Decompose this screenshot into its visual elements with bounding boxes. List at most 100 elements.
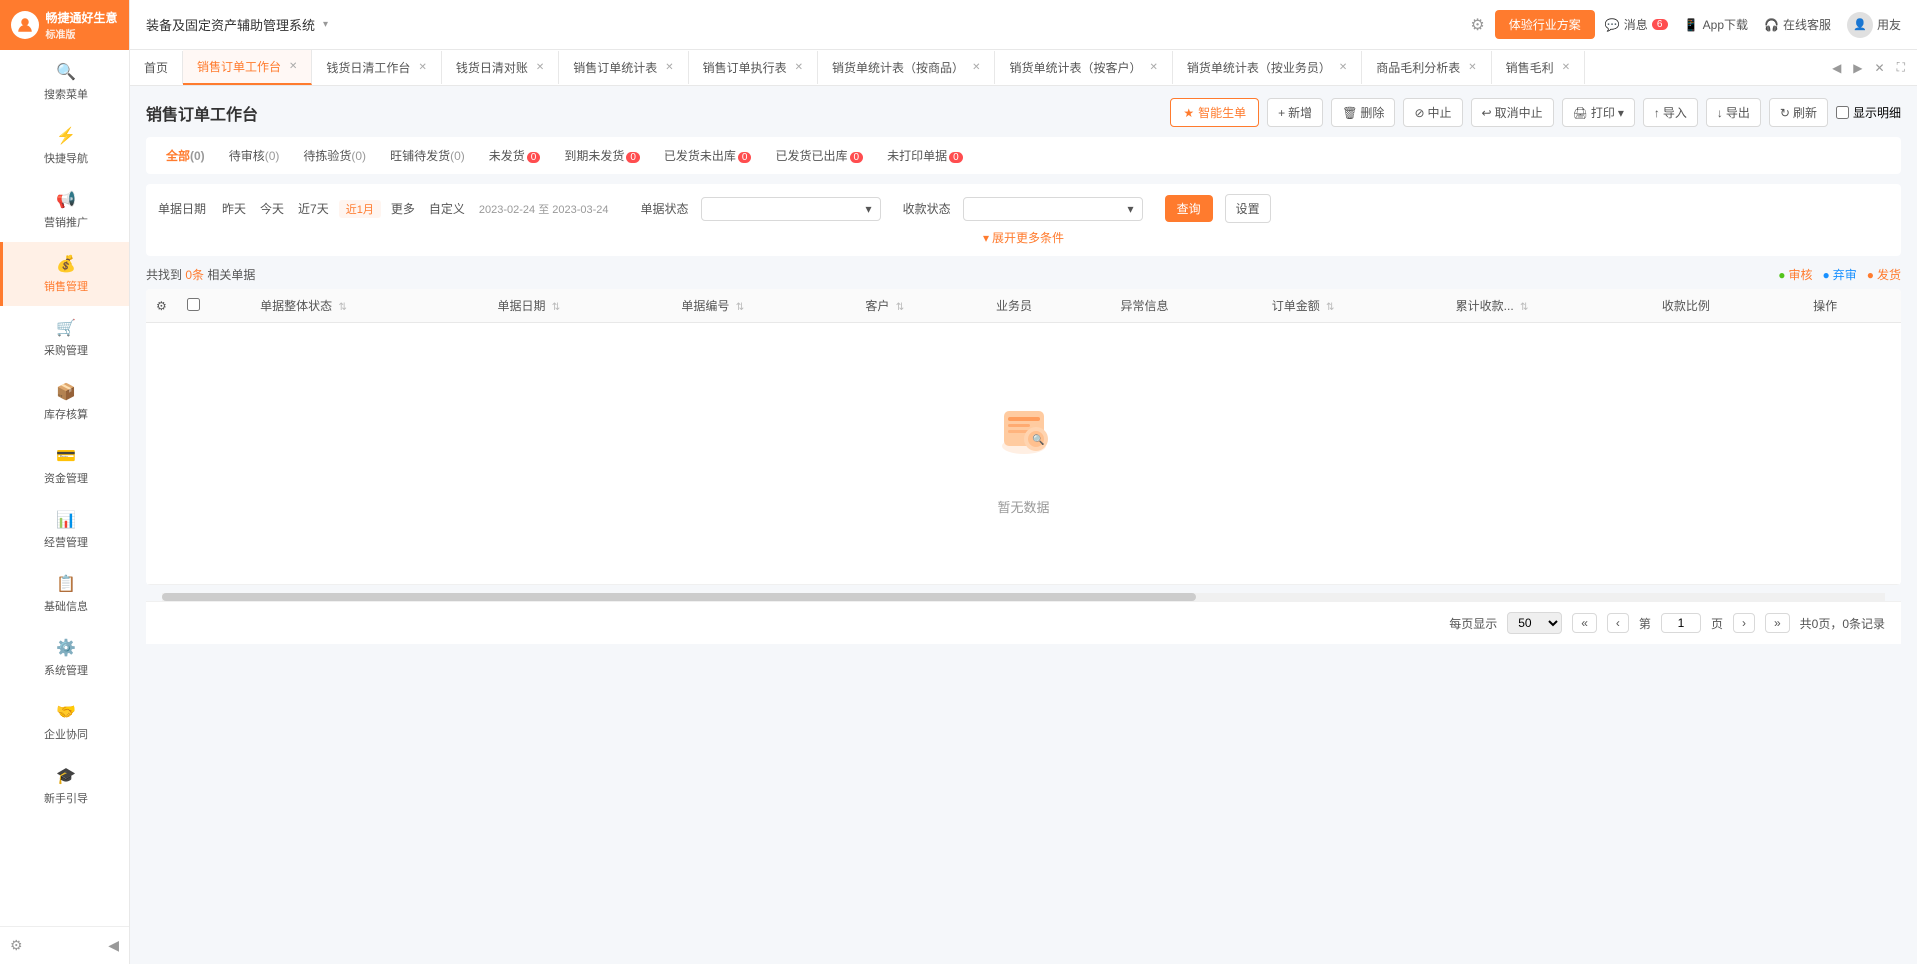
date-7days[interactable]: 近7天 [294,198,333,219]
first-page-button[interactable]: « [1572,613,1597,633]
date-1month[interactable]: 近1月 [339,200,381,218]
payment-filter-label: 收款状态 [903,200,951,217]
sidebar-item-search[interactable]: 🔍 搜索菜单 [0,50,129,114]
topbar-right: 💬 消息 6 📱 App下载 🎧 在线客服 👤 用友 [1605,12,1901,38]
date-more[interactable]: 更多 [387,198,419,219]
tab-close-cash-reconcile[interactable]: ✕ [536,62,544,73]
select-all-checkbox[interactable] [187,298,200,311]
refresh-button[interactable]: ↻ 刷新 [1769,98,1828,127]
tabs-expand-icon[interactable]: ⛶ [1893,58,1909,77]
expand-button[interactable]: ▾ 展开更多条件 [983,229,1064,246]
sub-tab-count-wangpu-ship: (0) [450,149,465,163]
tab-label-sales-exec: 销售订单执行表 [703,59,787,76]
expand-row: ▾ 展开更多条件 [158,229,1889,246]
tab-margin-analysis[interactable]: 商品毛利分析表✕ [1362,51,1491,84]
sub-tab-not-printed[interactable]: 未打印单据0 [877,143,973,168]
per-page-select[interactable]: 10 20 50 100 [1507,612,1562,634]
sidebar-item-operations[interactable]: 📊 经营管理 [0,498,129,562]
smart-generate-button[interactable]: ★ 智能生单 [1170,98,1259,127]
sidebar-item-inventory[interactable]: 📦 库存核算 [0,370,129,434]
online-service-button[interactable]: 🎧 在线客服 [1764,16,1831,33]
tab-close-margin-analysis[interactable]: ✕ [1468,62,1476,73]
ship-action[interactable]: ● 发货 [1867,266,1901,283]
query-button[interactable]: 查询 [1165,195,1213,222]
sub-tab-not-shipped[interactable]: 未发货0 [479,143,551,168]
last-page-button[interactable]: » [1765,613,1790,633]
app-download-icon: 📱 [1684,18,1699,32]
tab-sales-workbench[interactable]: 销售订单工作台✕ [183,50,312,85]
tab-close-sales-more[interactable]: ✕ [1562,62,1570,73]
import-button[interactable]: ↑ 导入 [1643,98,1698,127]
cancel-audit-action[interactable]: ● 弃审 [1822,266,1856,283]
sub-tab-count-not-shipped: 0 [527,152,541,163]
sub-tab-shipped-not-out[interactable]: 已发货未出库0 [654,143,762,168]
cancel-stop-button[interactable]: ↩ 取消中止 [1471,98,1554,127]
tab-close-cash-daily[interactable]: ✕ [418,62,426,73]
tabs-prev-icon[interactable]: ◀ [1828,59,1845,77]
sidebar-item-marketing[interactable]: 📢 营销推广 [0,178,129,242]
sidebar-item-sales[interactable]: 💰 销售管理 [0,242,129,306]
topbar-settings-icon[interactable]: ⚙ [1470,15,1484,35]
tab-cash-reconcile[interactable]: 钱货日清对账✕ [442,51,559,84]
tabs-close-all-icon[interactable]: ✕ [1871,59,1889,77]
trial-button[interactable]: 体验行业方案 [1495,10,1595,39]
page-input[interactable] [1661,613,1701,633]
tab-close-sales-stat[interactable]: ✕ [665,62,673,73]
total-records: 共0页，0条记录 [1800,615,1885,632]
sidebar-item-system[interactable]: ⚙️ 系统管理 [0,626,129,690]
sub-tab-pending-check[interactable]: 待拣验货(0) [293,143,376,168]
system-title-arrow[interactable]: ▾ [323,19,328,30]
date-yesterday[interactable]: 昨天 [218,198,250,219]
tab-close-sales-workbench[interactable]: ✕ [289,61,297,72]
date-custom[interactable]: 自定义 [425,198,469,219]
sub-tab-wangpu-ship[interactable]: 旺铺待发货(0) [380,143,475,168]
collapse-icon[interactable]: ◀ [108,937,119,954]
tab-sales-more[interactable]: 销售毛利✕ [1492,51,1585,84]
prev-page-button[interactable]: ‹ [1607,613,1629,633]
sidebar-item-enterprise[interactable]: 🤝 企业协同 [0,690,129,754]
column-config-icon[interactable]: ⚙ [156,299,167,313]
print-button[interactable]: 🖨 打印 ▾ [1562,98,1635,127]
date-today[interactable]: 今天 [256,198,288,219]
sub-tab-overdue-ship[interactable]: 到期未发货0 [554,143,650,168]
tab-sales-staff[interactable]: 销货单统计表（按业务员）✕ [1173,51,1362,84]
sub-tab-pending-review[interactable]: 待审核(0) [219,143,290,168]
status-select[interactable]: ▾ [701,197,881,221]
horizontal-scrollbar[interactable] [162,593,1885,601]
sidebar-item-guide[interactable]: 🎓 新手引导 [0,754,129,818]
settings-icon[interactable]: ⚙ [10,937,23,954]
add-button[interactable]: + 新增 [1267,98,1323,127]
user-profile-button[interactable]: 👤 用友 [1847,12,1901,38]
sidebar-bottom: ⚙ ◀ [0,926,129,964]
sidebar-item-basic-info[interactable]: 📋 基础信息 [0,562,129,626]
scrollbar-thumb[interactable] [162,593,1196,601]
show-detail-checkbox[interactable] [1836,106,1849,119]
payment-select[interactable]: ▾ [963,197,1143,221]
app-download-button[interactable]: 📱 App下载 [1684,16,1748,33]
next-page-button[interactable]: › [1733,613,1755,633]
delete-button[interactable]: 🗑 删除 [1331,98,1395,127]
tab-sales-stat[interactable]: 销售订单统计表✕ [559,51,688,84]
sidebar-item-purchase[interactable]: 🛒 采购管理 [0,306,129,370]
sub-tab-shipped-out[interactable]: 已发货已出库0 [765,143,873,168]
sub-tab-all[interactable]: 全部(0) [156,143,215,168]
tab-sales-product[interactable]: 销货单统计表（按商品）✕ [818,51,995,84]
audit-action[interactable]: ● 审核 [1778,266,1812,283]
menu-label-operations: 经营管理 [44,534,88,550]
tab-sales-exec[interactable]: 销售订单执行表 ✕ [689,51,818,84]
tab-close-sales-exec[interactable]: ✕ [795,62,803,73]
sidebar-item-finance[interactable]: 💳 资金管理 [0,434,129,498]
tab-home[interactable]: 首页 [130,51,183,84]
export-icon: ↓ [1717,106,1723,120]
stop-button[interactable]: ⊘ 中止 [1403,98,1462,127]
tabs-next-icon[interactable]: ▶ [1849,59,1866,77]
tab-close-sales-staff[interactable]: ✕ [1339,62,1347,73]
tab-close-sales-customer[interactable]: ✕ [1149,62,1157,73]
sidebar-item-quick-nav[interactable]: ⚡ 快捷导航 [0,114,129,178]
tab-cash-daily[interactable]: 钱货日清工作台✕ [312,51,441,84]
tab-sales-customer[interactable]: 销货单统计表（按客户）✕ [995,51,1172,84]
message-button[interactable]: 💬 消息 6 [1605,16,1668,33]
tab-close-sales-product[interactable]: ✕ [972,62,980,73]
export-button[interactable]: ↓ 导出 [1706,98,1761,127]
filter-settings-button[interactable]: 设置 [1225,194,1271,223]
